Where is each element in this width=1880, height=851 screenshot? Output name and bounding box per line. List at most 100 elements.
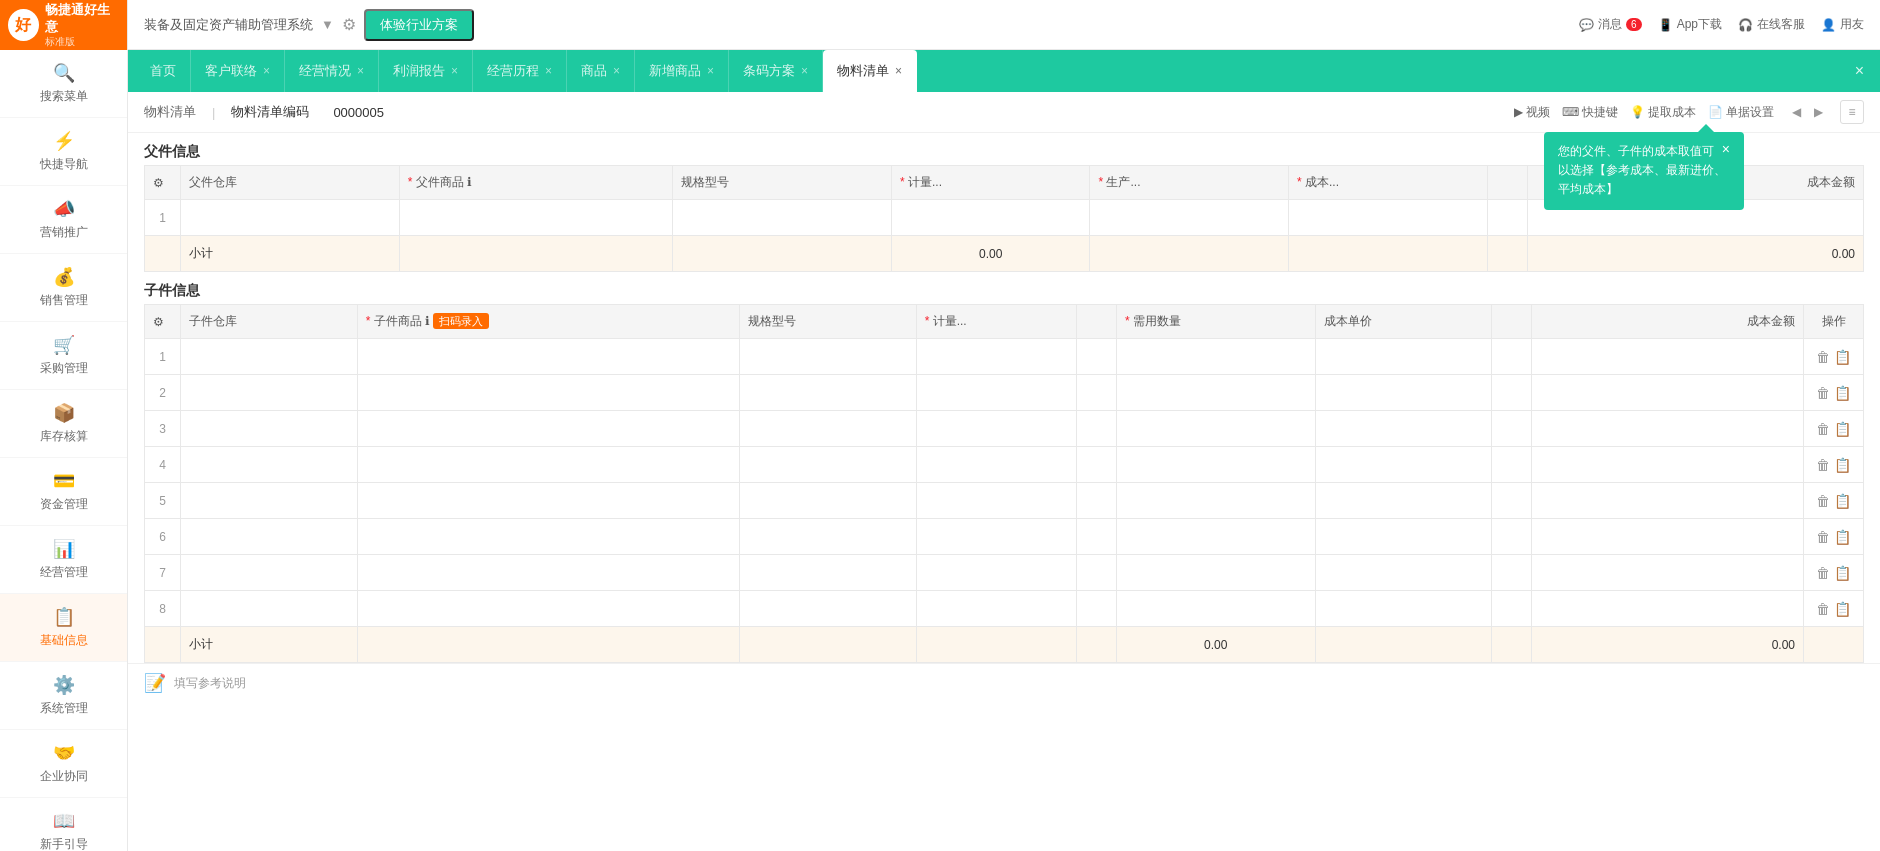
sidebar-item-finance[interactable]: 💳 资金管理 (0, 458, 127, 526)
child-row-6-spec[interactable] (740, 519, 917, 555)
parent-row-1-cost[interactable] (1289, 200, 1488, 236)
tab-home[interactable]: 首页 (136, 50, 191, 92)
child-row-2-spec[interactable] (740, 375, 917, 411)
breadcrumb-parent[interactable]: 物料清单 (144, 103, 196, 121)
child-row-4-unit[interactable] (916, 447, 1076, 483)
child-row-3-qty[interactable] (1117, 411, 1315, 447)
sidebar-item-quicknav[interactable]: ⚡ 快捷导航 (0, 118, 127, 186)
parent-row-1-goods[interactable] (399, 200, 673, 236)
child-row-3-copy[interactable]: 📋 (1834, 421, 1851, 437)
child-row-3-goods[interactable] (357, 411, 739, 447)
view-btn[interactable]: ▶ 视频 (1514, 104, 1550, 121)
sidebar-item-system[interactable]: ⚙️ 系统管理 (0, 662, 127, 730)
sidebar-item-guide[interactable]: 📖 新手引导 (0, 798, 127, 851)
tab-customer-close[interactable]: × (263, 64, 270, 78)
tab-bom-close[interactable]: × (895, 64, 902, 78)
child-row-7-spec[interactable] (740, 555, 917, 591)
child-col-settings[interactable]: ⚙ (145, 305, 181, 339)
child-row-4-copy[interactable]: 📋 (1834, 457, 1851, 473)
child-row-1-unit[interactable] (916, 339, 1076, 375)
child-row-3-warehouse[interactable] (181, 411, 358, 447)
child-row-1-goods[interactable] (357, 339, 739, 375)
tab-operations[interactable]: 经营情况 × (285, 50, 379, 92)
experience-button[interactable]: 体验行业方案 (364, 9, 474, 41)
child-row-1-unit-cost[interactable] (1315, 339, 1492, 375)
child-row-2-goods[interactable] (357, 375, 739, 411)
nav-prev[interactable]: ◀ (1786, 102, 1806, 122)
child-row-7-goods[interactable] (357, 555, 739, 591)
tooltip-close[interactable]: × (1722, 142, 1730, 156)
sidebar-item-marketing[interactable]: 📣 营销推广 (0, 186, 127, 254)
tab-barcode[interactable]: 条码方案 × (729, 50, 823, 92)
message-button[interactable]: 💬 消息 6 (1579, 16, 1642, 33)
shortcut-btn[interactable]: ⌨ 快捷键 (1562, 104, 1618, 121)
child-row-8-qty[interactable] (1117, 591, 1315, 627)
child-row-8-spec[interactable] (740, 591, 917, 627)
child-row-1-qty[interactable] (1117, 339, 1315, 375)
dropdown-icon[interactable]: ▼ (321, 17, 334, 32)
tab-history[interactable]: 经营历程 × (473, 50, 567, 92)
child-row-5-unit-cost[interactable] (1315, 483, 1492, 519)
child-row-8-goods[interactable] (357, 591, 739, 627)
child-row-5-warehouse[interactable] (181, 483, 358, 519)
parent-row-1-warehouse[interactable] (181, 200, 400, 236)
child-row-4-warehouse[interactable] (181, 447, 358, 483)
child-row-2-unit-cost[interactable] (1315, 375, 1492, 411)
sidebar-item-collab[interactable]: 🤝 企业协同 (0, 730, 127, 798)
tab-profit[interactable]: 利润报告 × (379, 50, 473, 92)
tab-goods-close[interactable]: × (613, 64, 620, 78)
tab-profit-close[interactable]: × (451, 64, 458, 78)
sidebar-item-stock[interactable]: 📦 库存核算 (0, 390, 127, 458)
sidebar-item-basic[interactable]: 📋 基础信息 (0, 594, 127, 662)
tab-operations-close[interactable]: × (357, 64, 364, 78)
tab-goods[interactable]: 商品 × (567, 50, 635, 92)
child-row-2-delete[interactable]: 🗑 (1816, 385, 1830, 401)
tab-new-goods[interactable]: 新增商品 × (635, 50, 729, 92)
child-row-7-unit-cost[interactable] (1315, 555, 1492, 591)
parent-row-1-spec[interactable] (673, 200, 892, 236)
child-row-8-copy[interactable]: 📋 (1834, 601, 1851, 617)
tab-barcode-close[interactable]: × (801, 64, 808, 78)
child-row-6-unit-cost[interactable] (1315, 519, 1492, 555)
online-service-button[interactable]: 🎧 在线客服 (1738, 16, 1805, 33)
sidebar-item-sales[interactable]: 💰 销售管理 (0, 254, 127, 322)
child-row-3-delete[interactable]: 🗑 (1816, 421, 1830, 437)
extract-cost-btn[interactable]: 💡 提取成本 (1630, 104, 1696, 121)
settings-icon[interactable]: ⚙ (342, 15, 356, 34)
child-row-8-delete[interactable]: 🗑 (1816, 601, 1830, 617)
child-row-4-goods[interactable] (357, 447, 739, 483)
sidebar-item-purchase[interactable]: 🛒 采购管理 (0, 322, 127, 390)
child-row-2-qty[interactable] (1117, 375, 1315, 411)
app-download-button[interactable]: 📱 App下载 (1658, 16, 1722, 33)
child-row-6-copy[interactable]: 📋 (1834, 529, 1851, 545)
tab-new-goods-close[interactable]: × (707, 64, 714, 78)
child-row-3-unit-cost[interactable] (1315, 411, 1492, 447)
child-row-2-unit[interactable] (916, 375, 1076, 411)
child-row-2-warehouse[interactable] (181, 375, 358, 411)
tab-customer[interactable]: 客户联络 × (191, 50, 285, 92)
child-row-7-delete[interactable]: 🗑 (1816, 565, 1830, 581)
child-row-5-delete[interactable]: 🗑 (1816, 493, 1830, 509)
child-row-6-goods[interactable] (357, 519, 739, 555)
child-row-3-spec[interactable] (740, 411, 917, 447)
child-row-8-unit-cost[interactable] (1315, 591, 1492, 627)
user-button[interactable]: 👤 用友 (1821, 16, 1864, 33)
child-row-6-delete[interactable]: 🗑 (1816, 529, 1830, 545)
child-row-1-spec[interactable] (740, 339, 917, 375)
child-row-7-warehouse[interactable] (181, 555, 358, 591)
child-row-7-unit[interactable] (916, 555, 1076, 591)
sidebar-item-operation[interactable]: 📊 经营管理 (0, 526, 127, 594)
child-row-6-unit[interactable] (916, 519, 1076, 555)
tab-bom[interactable]: 物料清单 × (823, 50, 917, 92)
child-row-1-delete[interactable]: 🗑 (1816, 349, 1830, 365)
child-row-7-copy[interactable]: 📋 (1834, 565, 1851, 581)
scan-badge[interactable]: 扫码录入 (433, 313, 489, 329)
child-row-3-unit[interactable] (916, 411, 1076, 447)
child-row-7-qty[interactable] (1117, 555, 1315, 591)
child-row-4-delete[interactable]: 🗑 (1816, 457, 1830, 473)
child-row-2-copy[interactable]: 📋 (1834, 385, 1851, 401)
child-row-1-copy[interactable]: 📋 (1834, 349, 1851, 365)
child-row-4-qty[interactable] (1117, 447, 1315, 483)
close-all-tabs[interactable]: × (1847, 62, 1872, 80)
child-row-4-unit-cost[interactable] (1315, 447, 1492, 483)
